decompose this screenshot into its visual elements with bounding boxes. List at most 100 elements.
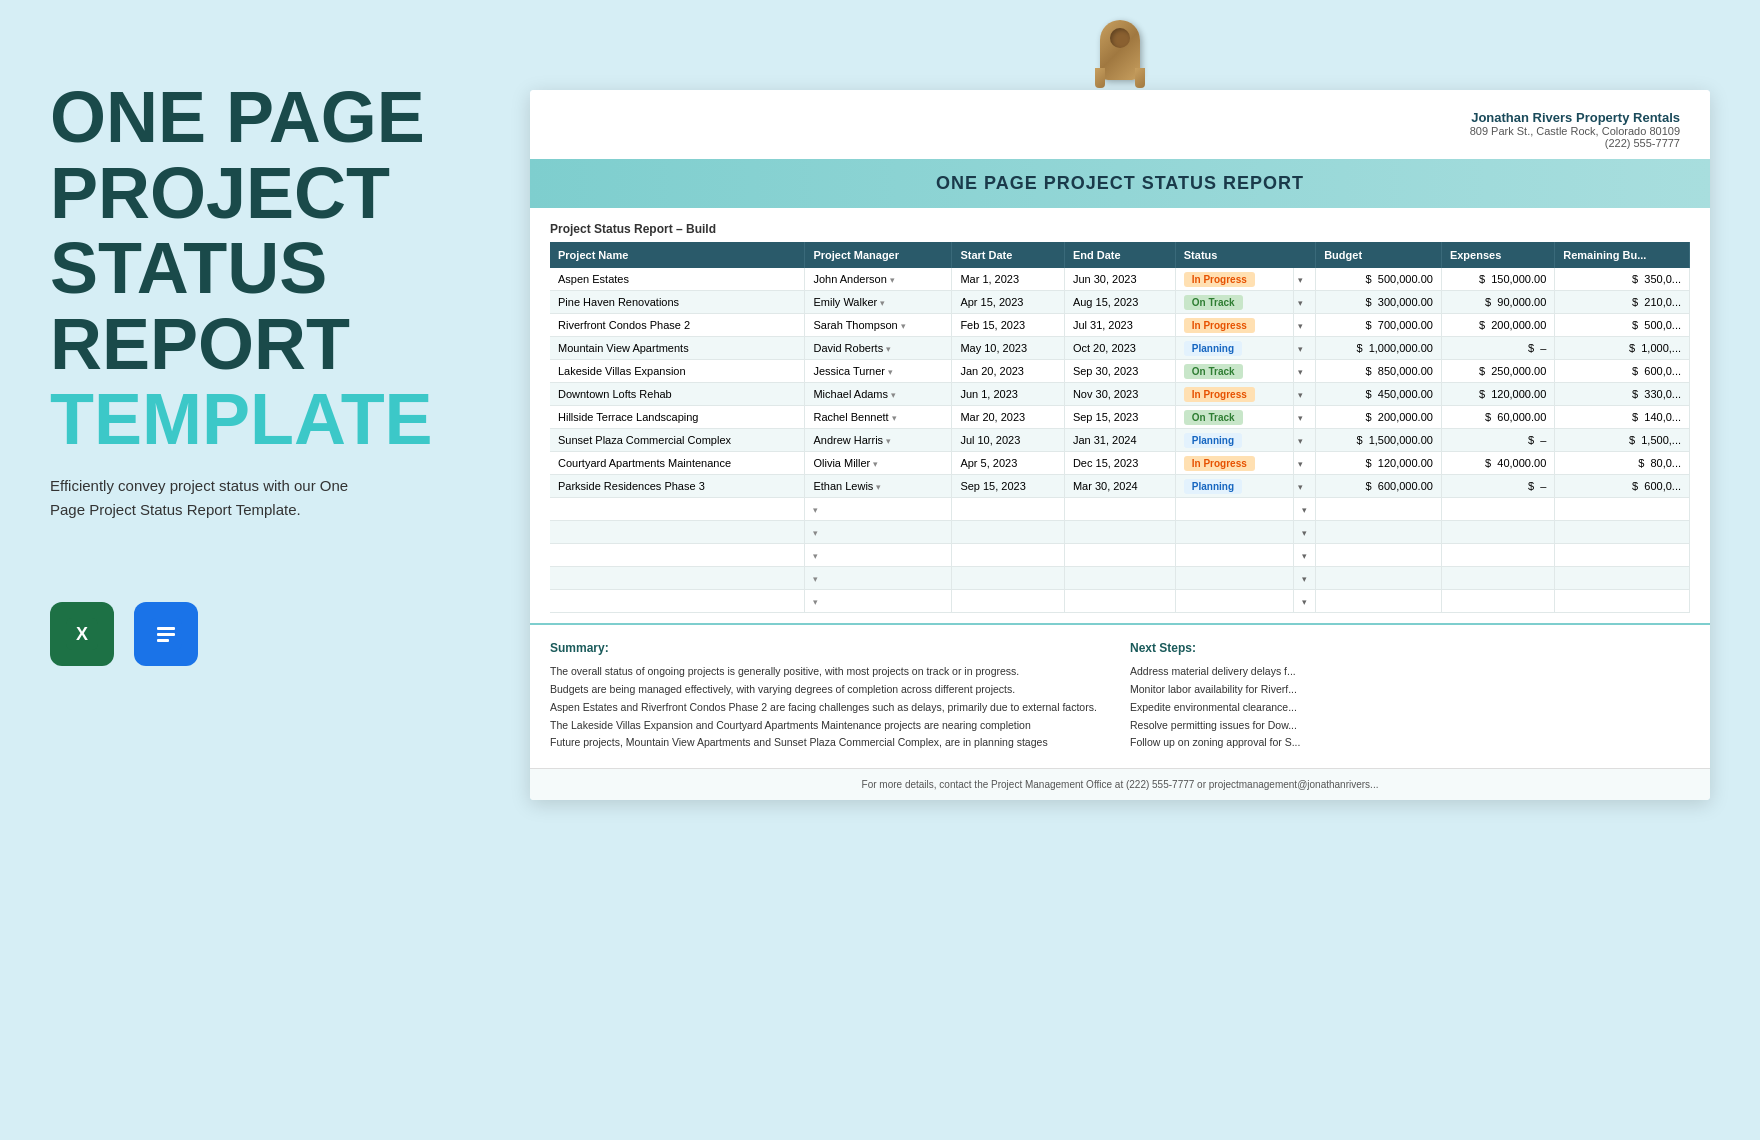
table-row: Parkside Residences Phase 3 Ethan Lewis … [550,475,1690,498]
cell-expenses: $ 120,000.00 [1441,383,1554,406]
cell-start-date: Mar 1, 2023 [952,268,1065,291]
teal-header: ONE PAGE PROJECT STATUS REPORT [530,159,1710,208]
empty-cell [1555,590,1690,613]
title-line-2: PROJECT [50,153,390,233]
company-name: Jonathan Rivers Property Rentals [560,110,1680,125]
empty-cell [1441,498,1554,521]
next-step-line: Monitor labor availability for Riverf... [1130,681,1690,699]
company-phone: (222) 555-7777 [560,137,1680,149]
cell-status-arrow[interactable]: ▾ [1294,337,1316,360]
cell-manager: Sarah Thompson ▾ [805,314,952,337]
cell-start-date: Mar 20, 2023 [952,406,1065,429]
cell-manager: Olivia Miller ▾ [805,452,952,475]
cell-remaining: $ 80,0... [1555,452,1690,475]
empty-cell [952,590,1065,613]
next-step-line: Expedite environmental clearance... [1130,699,1690,717]
cell-budget: $ 1,500,000.00 [1316,429,1442,452]
empty-cell[interactable]: ▾ [1294,544,1316,567]
cell-budget: $ 700,000.00 [1316,314,1442,337]
cell-expenses: $ 90,000.00 [1441,291,1554,314]
cell-budget: $ 300,000.00 [1316,291,1442,314]
cell-end-date: Dec 15, 2023 [1064,452,1175,475]
title-line-3: STATUS [50,228,327,308]
excel-icon[interactable]: X [50,602,114,666]
table-section: Project Status Report – Build Project Na… [530,208,1710,623]
cell-project-name: Riverfront Condos Phase 2 [550,314,805,337]
summary-section: Summary: The overall status of ongoing p… [530,623,1710,768]
cell-status-arrow[interactable]: ▾ [1294,475,1316,498]
cell-start-date: Jul 10, 2023 [952,429,1065,452]
cell-status-arrow[interactable]: ▾ [1294,406,1316,429]
cell-manager: John Anderson ▾ [805,268,952,291]
cell-status-arrow[interactable]: ▾ [1294,429,1316,452]
empty-cell[interactable]: ▾ [1294,590,1316,613]
cell-status-arrow[interactable]: ▾ [1294,360,1316,383]
cell-project-name: Downtown Lofts Rehab [550,383,805,406]
empty-cell [1064,567,1175,590]
cell-manager: Andrew Harris ▾ [805,429,952,452]
cell-status-arrow[interactable]: ▾ [1294,383,1316,406]
col-start: Start Date [952,242,1065,268]
footer-text: For more details, contact the Project Ma… [862,779,1379,790]
next-step-line: Resolve permitting issues for Dow... [1130,717,1690,735]
status-badge: In Progress [1184,272,1255,287]
cell-budget: $ 500,000.00 [1316,268,1442,291]
table-row: Riverfront Condos Phase 2 Sarah Thompson… [550,314,1690,337]
cell-status: In Progress [1175,383,1293,406]
cell-status-arrow[interactable]: ▾ [1294,314,1316,337]
cell-status-arrow[interactable]: ▾ [1294,268,1316,291]
cell-status: In Progress [1175,268,1293,291]
summary-left: Summary: The overall status of ongoing p… [550,641,1110,752]
cell-status-arrow[interactable]: ▾ [1294,452,1316,475]
doc-footer: For more details, contact the Project Ma… [530,768,1710,800]
empty-cell: ▾ [805,498,952,521]
cell-remaining: $ 1,500,... [1555,429,1690,452]
status-badge: On Track [1184,410,1243,425]
title-line-4: REPORT [50,304,350,384]
cell-end-date: Mar 30, 2024 [1064,475,1175,498]
cell-remaining: $ 600,0... [1555,475,1690,498]
cell-expenses: $ 250,000.00 [1441,360,1554,383]
col-expenses: Expenses [1441,242,1554,268]
document: Jonathan Rivers Property Rentals 809 Par… [530,90,1710,800]
cell-start-date: May 10, 2023 [952,337,1065,360]
cell-expenses: $ 150,000.00 [1441,268,1554,291]
empty-cell[interactable]: ▾ [1294,498,1316,521]
cell-status-arrow[interactable]: ▾ [1294,291,1316,314]
cell-project-name: Courtyard Apartments Maintenance [550,452,805,475]
cell-end-date: Sep 15, 2023 [1064,406,1175,429]
cell-budget: $ 600,000.00 [1316,475,1442,498]
next-step-line: Address material delivery delays f... [1130,663,1690,681]
status-badge: Planning [1184,479,1242,494]
empty-cell [550,544,805,567]
cell-budget: $ 120,000.00 [1316,452,1442,475]
status-badge: On Track [1184,295,1243,310]
right-panel: Jonathan Rivers Property Rentals 809 Par… [480,0,1760,1140]
col-manager: Project Manager [805,242,952,268]
empty-cell [550,567,805,590]
sheets-icon[interactable] [134,602,198,666]
cell-project-name: Mountain View Apartments [550,337,805,360]
empty-cell [1175,590,1293,613]
cell-remaining: $ 210,0... [1555,291,1690,314]
empty-cell[interactable]: ▾ [1294,567,1316,590]
summary-title: Summary: [550,641,1110,655]
cell-start-date: Jan 20, 2023 [952,360,1065,383]
icon-row: X [50,602,430,666]
cell-budget: $ 450,000.00 [1316,383,1442,406]
cell-remaining: $ 140,0... [1555,406,1690,429]
cell-end-date: Jun 30, 2023 [1064,268,1175,291]
col-end: End Date [1064,242,1175,268]
table-row: Lakeside Villas Expansion Jessica Turner… [550,360,1690,383]
cell-expenses: $ 60,000.00 [1441,406,1554,429]
cell-status: On Track [1175,360,1293,383]
cell-expenses: $ – [1441,475,1554,498]
project-table: Project Name Project Manager Start Date … [550,242,1690,613]
cell-project-name: Sunset Plaza Commercial Complex [550,429,805,452]
empty-row: ▾ ▾ [550,567,1690,590]
empty-cell[interactable]: ▾ [1294,521,1316,544]
empty-cell [1555,544,1690,567]
empty-cell: ▾ [805,544,952,567]
left-panel: ONE PAGE PROJECT STATUS REPORT TEMPLATE … [0,0,480,1140]
cell-expenses: $ – [1441,429,1554,452]
